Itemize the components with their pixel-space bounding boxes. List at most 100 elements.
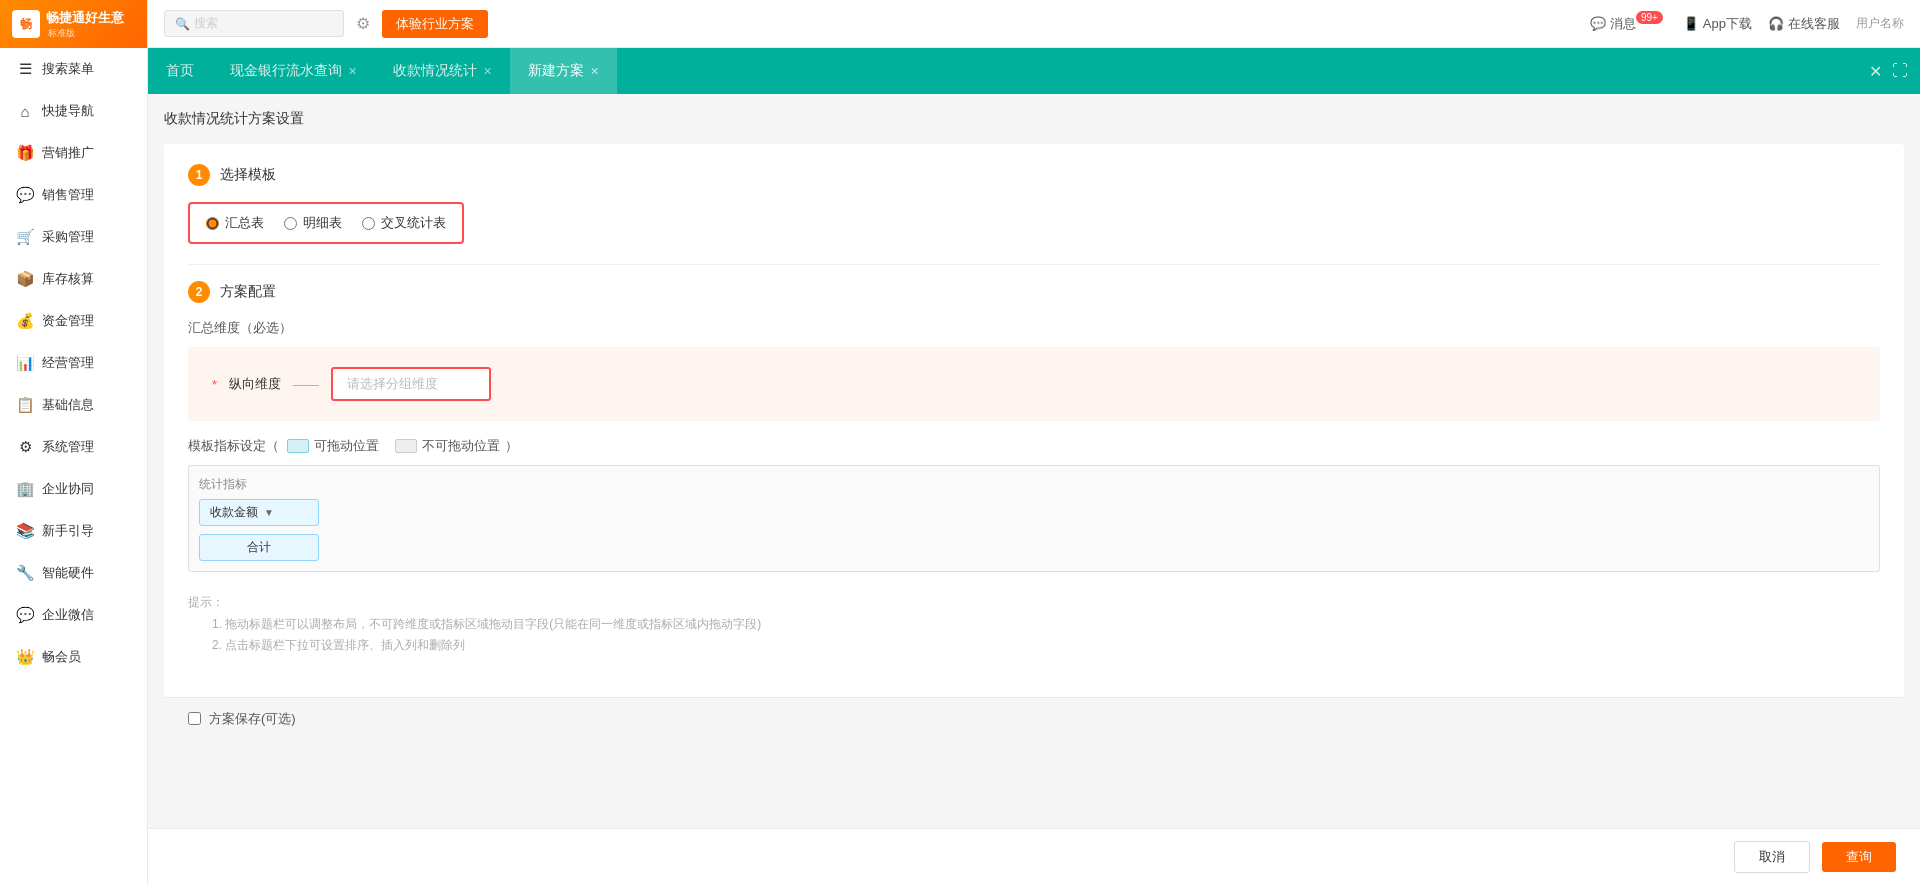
- sidebar-item-quick-nav[interactable]: ⌂ 快捷导航: [0, 90, 147, 132]
- sidebar-item-wechat[interactable]: 💬 企业微信: [0, 594, 147, 636]
- sidebar-item-system[interactable]: ⚙ 系统管理: [0, 426, 147, 468]
- sidebar-item-label: 资金管理: [42, 312, 94, 330]
- tab-home[interactable]: 首页: [148, 48, 212, 94]
- sidebar-item-search-menu[interactable]: ☰ 搜索菜单: [0, 48, 147, 90]
- page-content: 收款情况统计方案设置 1 选择模板 汇总表 明细表: [148, 94, 1920, 828]
- info-icon: 📋: [16, 396, 34, 414]
- page-title: 收款情况统计方案设置: [164, 110, 1904, 128]
- sidebar-logo: 畅 畅捷通好生意 标准版: [0, 0, 147, 48]
- tab-new-plan[interactable]: 新建方案 ✕: [510, 48, 617, 94]
- footer-bar: 取消 查询: [148, 828, 1920, 885]
- indicator-header: 模板指标设定（ 可拖动位置 不可拖动位置 ）: [188, 437, 1880, 455]
- sidebar-item-purchase[interactable]: 🛒 采购管理: [0, 216, 147, 258]
- search-placeholder: 搜索: [194, 15, 218, 32]
- legend-movable: 可拖动位置: [287, 437, 379, 455]
- stat-indicators-area: 统计指标 收款金额 ▼ 合计: [188, 465, 1880, 572]
- topbar-right: 💬 消息 99+ 📱 App下载 🎧 在线客服 用户名称: [1590, 15, 1904, 33]
- service-label: 在线客服: [1788, 15, 1840, 33]
- tab-new-plan-close[interactable]: ✕: [590, 65, 599, 78]
- search-menu-icon: ☰: [16, 60, 34, 78]
- step2-label: 方案配置: [220, 283, 276, 301]
- sidebar-nav: ☰ 搜索菜单 ⌂ 快捷导航 🎁 营销推广 💬 销售管理 🛒 采购管理 📦 库存核…: [0, 48, 147, 885]
- template-cross-radio[interactable]: [362, 217, 375, 230]
- notification-item[interactable]: 💬 消息 99+: [1590, 15, 1667, 33]
- step1-label: 选择模板: [220, 166, 276, 184]
- tab-receipt-stat-label: 收款情况统计: [393, 62, 477, 80]
- gear-icon: ⚙: [16, 438, 34, 456]
- cart-icon: 🛒: [16, 228, 34, 246]
- search-icon: 🔍: [175, 17, 190, 31]
- step-divider: [188, 264, 1880, 265]
- required-star: *: [212, 377, 217, 392]
- summary-dimension-label: 汇总维度（必选）: [188, 319, 1880, 337]
- legend-fixed: 不可拖动位置 ）: [395, 437, 518, 455]
- template-summary-option[interactable]: 汇总表: [206, 214, 264, 232]
- sidebar-item-basic-info[interactable]: 📋 基础信息: [0, 384, 147, 426]
- tab-receipt-stat[interactable]: 收款情况统计 ✕: [375, 48, 510, 94]
- indicator-settings-label: 模板指标设定（: [188, 437, 279, 455]
- template-summary-radio[interactable]: [206, 217, 219, 230]
- sidebar-item-label: 销售管理: [42, 186, 94, 204]
- sidebar-item-operation[interactable]: 📊 经营管理: [0, 342, 147, 384]
- vertical-label: 纵向维度: [229, 375, 281, 393]
- box-icon: 📦: [16, 270, 34, 288]
- sidebar-item-label: 经营管理: [42, 354, 94, 372]
- save-option-checkbox[interactable]: [188, 712, 201, 725]
- enterprise-icon: 🏢: [16, 480, 34, 498]
- sidebar-item-smart-hw[interactable]: 🔧 智能硬件: [0, 552, 147, 594]
- sidebar: 畅 畅捷通好生意 标准版 ☰ 搜索菜单 ⌂ 快捷导航 🎁 营销推广 💬 销售管理…: [0, 0, 148, 885]
- sidebar-item-label: 库存核算: [42, 270, 94, 288]
- dimension-select-dropdown[interactable]: 请选择分组维度: [331, 367, 491, 401]
- service-item[interactable]: 🎧 在线客服: [1768, 15, 1840, 33]
- sidebar-item-label: 基础信息: [42, 396, 94, 414]
- sidebar-item-inventory[interactable]: 📦 库存核算: [0, 258, 147, 300]
- tab-new-plan-label: 新建方案: [528, 62, 584, 80]
- step1-header: 1 选择模板: [188, 164, 1880, 186]
- legend-close-paren: ）: [505, 437, 518, 455]
- tips-title: 提示：: [188, 595, 224, 609]
- hardware-icon: 🔧: [16, 564, 34, 582]
- sidebar-item-label: 企业协同: [42, 480, 94, 498]
- trial-button[interactable]: 体验行业方案: [382, 10, 488, 38]
- template-cross-label: 交叉统计表: [381, 214, 446, 232]
- template-detail-radio[interactable]: [284, 217, 297, 230]
- sidebar-item-member[interactable]: 👑 畅会员: [0, 636, 147, 678]
- sidebar-item-newbie[interactable]: 📚 新手引导: [0, 510, 147, 552]
- sidebar-item-sales[interactable]: 💬 销售管理: [0, 174, 147, 216]
- gear-icon[interactable]: ⚙: [356, 14, 370, 33]
- fixed-legend-label: 不可拖动位置: [422, 437, 500, 455]
- template-detail-option[interactable]: 明细表: [284, 214, 342, 232]
- home-icon: ⌂: [16, 103, 34, 120]
- movable-legend-box: [287, 439, 309, 453]
- tab-receipt-stat-close[interactable]: ✕: [483, 65, 492, 78]
- step1-number: 1: [188, 164, 210, 186]
- sidebar-item-enterprise[interactable]: 🏢 企业协同: [0, 468, 147, 510]
- template-cross-option[interactable]: 交叉统计表: [362, 214, 446, 232]
- tabbar-actions: ✕ ⛶: [1869, 62, 1920, 81]
- query-button[interactable]: 查询: [1822, 842, 1896, 872]
- sidebar-item-label: 企业微信: [42, 606, 94, 624]
- tabbar: 首页 现金银行流水查询 ✕ 收款情况统计 ✕ 新建方案 ✕ ✕ ⛶: [148, 48, 1920, 94]
- username-label: 用户名称: [1856, 15, 1904, 32]
- message-icon: 💬: [1590, 16, 1606, 31]
- tab-bank-flow[interactable]: 现金银行流水查询 ✕: [212, 48, 375, 94]
- tab-close-all-icon[interactable]: ✕: [1869, 62, 1882, 81]
- tab-fullscreen-icon[interactable]: ⛶: [1892, 62, 1908, 80]
- settings-card: 1 选择模板 汇总表 明细表 交叉统计表: [164, 144, 1904, 697]
- tab-bank-flow-close[interactable]: ✕: [348, 65, 357, 78]
- sidebar-item-marketing[interactable]: 🎁 营销推广: [0, 132, 147, 174]
- cancel-button[interactable]: 取消: [1734, 841, 1810, 873]
- dimension-row: * 纵向维度 —— 请选择分组维度: [212, 367, 1856, 401]
- search-box[interactable]: 🔍 搜索: [164, 10, 344, 37]
- step2-number: 2: [188, 281, 210, 303]
- save-option-label: 方案保存(可选): [209, 710, 296, 728]
- indicator-tag-amount[interactable]: 收款金额 ▼: [199, 499, 319, 526]
- download-item[interactable]: 📱 App下载: [1683, 15, 1752, 33]
- sidebar-item-finance[interactable]: 💰 资金管理: [0, 300, 147, 342]
- sidebar-item-label: 采购管理: [42, 228, 94, 246]
- indicator-tag-label: 收款金额: [210, 504, 258, 521]
- member-icon: 👑: [16, 648, 34, 666]
- download-label: App下载: [1703, 15, 1752, 33]
- dimension-area: * 纵向维度 —— 请选择分组维度: [188, 347, 1880, 421]
- logo-icon: 畅: [12, 10, 40, 38]
